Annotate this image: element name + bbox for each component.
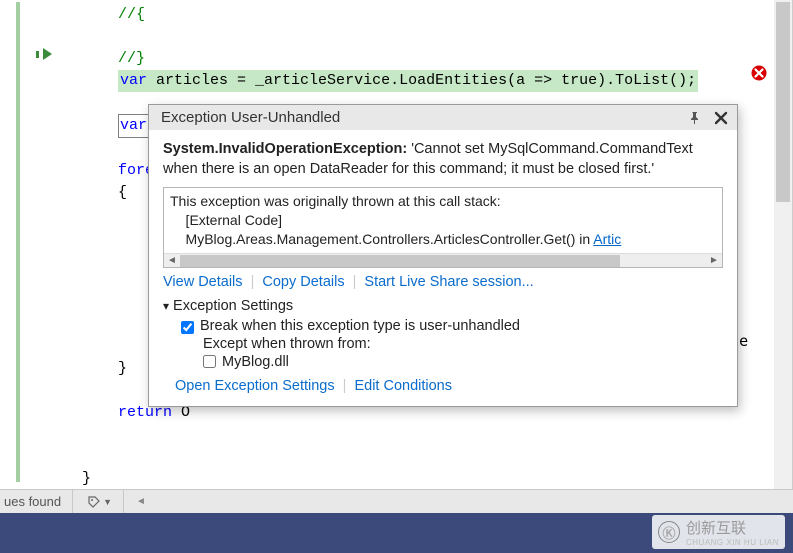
- close-icon[interactable]: [713, 110, 729, 126]
- break-label: Break when this exception type is user-u…: [200, 318, 520, 334]
- error-icon[interactable]: [750, 64, 768, 82]
- stack-line: MyBlog.Areas.Management.Controllers.Arti…: [170, 230, 716, 249]
- scroll-right-icon[interactable]: ►: [707, 255, 721, 267]
- scroll-left-icon[interactable]: ◄: [136, 496, 146, 507]
- exception-settings-body: Break when this exception type is user-u…: [163, 318, 723, 370]
- code-line: [28, 26, 762, 48]
- popup-header[interactable]: Exception User-Unhandled: [149, 105, 737, 130]
- live-share-link[interactable]: Start Live Share session...: [364, 274, 533, 290]
- stack-source-link[interactable]: Artic: [593, 231, 621, 247]
- stack-intro: This exception was originally thrown at …: [170, 192, 716, 211]
- scrollbar-thumb[interactable]: [180, 255, 620, 267]
- pin-icon[interactable]: [687, 110, 703, 126]
- exception-settings-toggle[interactable]: ▾ Exception Settings: [163, 298, 723, 314]
- horizontal-scrollbar[interactable]: ◄ ►: [164, 253, 722, 267]
- view-details-link[interactable]: View Details: [163, 274, 243, 290]
- call-stack-box[interactable]: This exception was originally thrown at …: [163, 187, 723, 268]
- watermark: Ⓚ 创新互联 CHUANG XIN HU LIAN: [652, 515, 785, 549]
- change-indicator: [16, 2, 20, 482]
- chevron-down-icon: ▾: [163, 299, 169, 313]
- status-bar: ues found ▼ ◄: [0, 489, 793, 513]
- popup-bottom-links: Open Exception Settings | Edit Condition…: [163, 378, 723, 394]
- exception-popup: Exception User-Unhandled System.InvalidO…: [148, 104, 738, 407]
- break-checkbox[interactable]: [181, 321, 194, 334]
- vertical-scrollbar[interactable]: [774, 0, 792, 498]
- except-from-label: Except when thrown from:: [181, 336, 723, 352]
- code-line: var articles = _articleService.LoadEntit…: [28, 70, 762, 92]
- issues-found-label: ues found: [4, 494, 61, 509]
- code-line: //{: [28, 4, 762, 26]
- scrollbar-thumb[interactable]: [776, 2, 790, 202]
- popup-links: View Details | Copy Details | Start Live…: [163, 274, 723, 290]
- copy-details-link[interactable]: Copy Details: [262, 274, 344, 290]
- scroll-left-icon[interactable]: ◄: [165, 255, 179, 267]
- code-line: [28, 446, 762, 468]
- code-line: [28, 424, 762, 446]
- editor-gutter: [0, 0, 28, 498]
- popup-title: Exception User-Unhandled: [161, 109, 687, 126]
- popup-body: System.InvalidOperationException: 'Canno…: [149, 130, 737, 406]
- tag-dropdown-icon[interactable]: ▼: [87, 495, 112, 509]
- exception-message: System.InvalidOperationException: 'Canno…: [163, 140, 723, 179]
- watermark-logo-icon: Ⓚ: [658, 521, 680, 543]
- stack-line: [External Code]: [170, 211, 716, 230]
- edit-conditions-link[interactable]: Edit Conditions: [354, 378, 452, 394]
- code-line: //}: [28, 48, 762, 70]
- open-exception-settings-link[interactable]: Open Exception Settings: [175, 378, 335, 394]
- code-line: }: [28, 468, 762, 490]
- except-dll-checkbox[interactable]: [203, 355, 216, 368]
- except-dll-label: MyBlog.dll: [222, 354, 289, 370]
